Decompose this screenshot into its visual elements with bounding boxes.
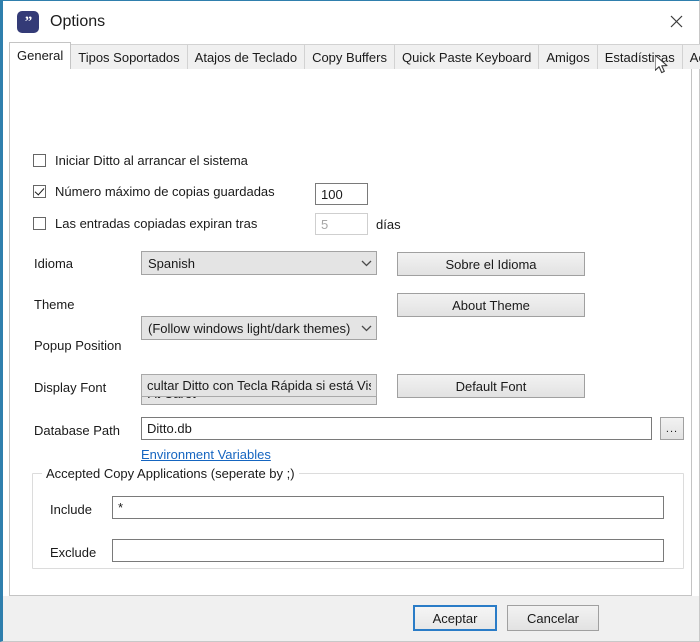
default-font-button[interactable]: Default Font	[397, 374, 585, 398]
expire-checkbox[interactable]	[33, 217, 46, 230]
ditto-quote-icon: ”	[17, 11, 39, 33]
popup-position-label: Popup Position	[34, 338, 121, 353]
tab-atajos-de-teclado[interactable]: Atajos de Teclado	[187, 44, 305, 69]
chevron-down-icon	[356, 325, 376, 332]
cancel-button[interactable]: Cancelar	[507, 605, 599, 631]
chevron-down-icon	[356, 260, 376, 267]
database-path-label: Database Path	[34, 423, 120, 438]
tab-estadisticas[interactable]: Estadísticas	[597, 44, 683, 69]
tab-acerca-de[interactable]: Acerca de	[682, 44, 700, 69]
window-title: Options	[50, 13, 105, 31]
tab-amigos[interactable]: Amigos	[538, 44, 597, 69]
language-combobox-value: Spanish	[142, 256, 356, 271]
exclude-input[interactable]	[112, 539, 664, 562]
expire-checkbox-label: Las entradas copiadas expiran tras	[55, 216, 257, 231]
database-path-input[interactable]	[141, 417, 652, 440]
theme-combobox[interactable]: (Follow windows light/dark themes)	[141, 316, 377, 340]
dialog-footer: Aceptar Cancelar	[3, 596, 699, 641]
tab-strip: General Tipos Soportados Atajos de Tecla…	[3, 42, 699, 69]
max-copies-checkbox-label: Número máximo de copias guardadas	[55, 184, 275, 199]
tab-copy-buffers[interactable]: Copy Buffers	[304, 44, 395, 69]
about-theme-button[interactable]: About Theme	[397, 293, 585, 317]
exclude-label: Exclude	[50, 545, 96, 560]
title-bar: ” Options	[3, 1, 699, 42]
tab-tipos-soportados[interactable]: Tipos Soportados	[70, 44, 187, 69]
close-icon[interactable]	[653, 1, 699, 41]
theme-label: Theme	[34, 297, 74, 312]
tab-general[interactable]: General	[9, 42, 71, 69]
startup-checkbox[interactable]	[33, 154, 46, 167]
expire-days-unit-label: días	[376, 217, 401, 232]
ok-button[interactable]: Aceptar	[413, 605, 497, 631]
startup-checkbox-row[interactable]: Iniciar Ditto al arrancar el sistema	[33, 153, 248, 168]
accepted-copy-applications-title: Accepted Copy Applications (seperate by …	[42, 466, 299, 481]
language-label: Idioma	[34, 256, 73, 271]
max-copies-checkbox[interactable]	[33, 185, 46, 198]
expire-days-input[interactable]	[315, 213, 368, 235]
startup-checkbox-label: Iniciar Ditto al arrancar el sistema	[55, 153, 248, 168]
browse-database-path-button[interactable]: ...	[660, 417, 684, 440]
max-copies-input[interactable]	[315, 183, 368, 205]
include-input[interactable]	[112, 496, 664, 519]
tab-quick-paste-keyboard[interactable]: Quick Paste Keyboard	[394, 44, 539, 69]
general-tab-panel: Iniciar Ditto al arrancar el sistema Núm…	[9, 68, 692, 596]
about-language-button[interactable]: Sobre el Idioma	[397, 252, 585, 276]
environment-variables-link[interactable]: Environment Variables	[141, 447, 271, 462]
options-window: ” Options General Tipos Soportados Atajo…	[0, 0, 700, 642]
display-font-input[interactable]	[141, 374, 377, 397]
include-label: Include	[50, 502, 92, 517]
display-font-label: Display Font	[34, 380, 106, 395]
language-combobox[interactable]: Spanish	[141, 251, 377, 275]
theme-combobox-value: (Follow windows light/dark themes)	[142, 321, 356, 336]
expire-checkbox-row[interactable]: Las entradas copiadas expiran tras	[33, 216, 257, 231]
max-copies-checkbox-row[interactable]: Número máximo de copias guardadas	[33, 184, 275, 199]
